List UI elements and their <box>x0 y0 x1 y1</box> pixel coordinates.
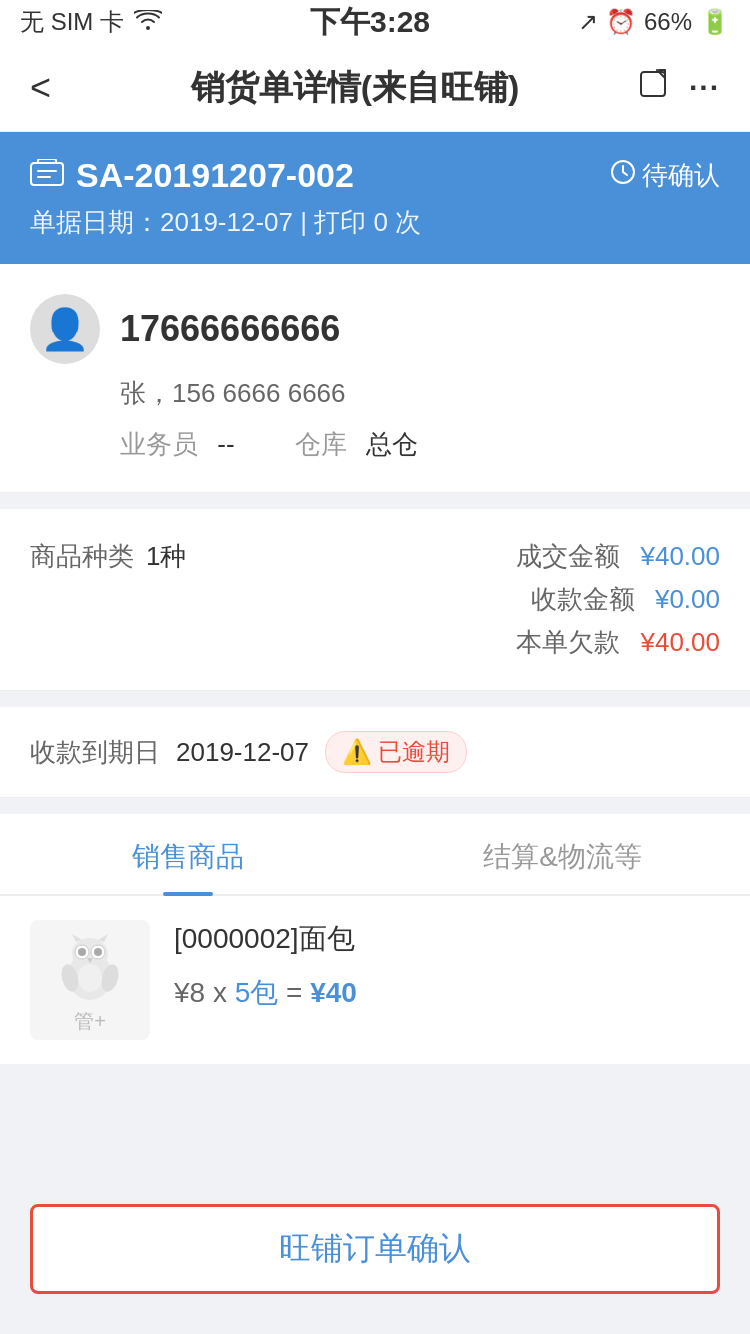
order-icon <box>30 156 64 195</box>
product-total: ¥40 <box>310 977 357 1008</box>
status-bar-time: 下午3:28 <box>310 2 430 43</box>
status-bar-left: 无 SIM 卡 <box>20 6 162 38</box>
summary-card: 商品种类 1种 成交金额 ¥40.00 收款金额 ¥0.00 本单欠款 ¥40.… <box>0 509 750 691</box>
more-icon[interactable]: ··· <box>689 71 720 105</box>
customer-info: 张，156 6666 6666 <box>30 376 720 411</box>
confirm-order-button[interactable]: 旺铺订单确认 <box>30 1204 720 1294</box>
due-date-value: 2019-12-07 <box>176 737 309 768</box>
tab-products[interactable]: 销售商品 <box>0 814 375 894</box>
order-date: 单据日期：2019-12-07 | 打印 0 次 <box>30 205 720 240</box>
product-thumbnail: 管+ <box>30 920 150 1040</box>
share-icon[interactable] <box>637 68 669 107</box>
due-label: 收款到期日 <box>30 735 160 770</box>
location-icon: ↗ <box>578 8 598 36</box>
customer-phone: 17666666666 <box>120 308 340 350</box>
order-header: SA-20191207-002 待确认 单据日期：2019-12-07 | 打印… <box>0 132 750 264</box>
category-label: 商品种类 <box>30 539 134 574</box>
equals-icon: = <box>286 977 302 1008</box>
svg-point-7 <box>78 948 86 956</box>
warehouse-value: 总仓 <box>366 429 418 459</box>
warning-icon: ⚠️ <box>342 738 372 766</box>
wifi-icon <box>134 8 162 36</box>
page-title: 销货单详情(来自旺铺) <box>90 65 620 111</box>
avatar-icon: 👤 <box>40 306 90 353</box>
svg-point-8 <box>94 948 102 956</box>
collection-label: 收款金额 <box>531 582 635 617</box>
order-status: 待确认 <box>610 158 720 193</box>
due-date-card: 收款到期日 2019-12-07 ⚠️ 已逾期 <box>0 707 750 798</box>
svg-rect-1 <box>31 163 63 185</box>
owed-value: ¥40.00 <box>640 627 720 658</box>
order-number: SA-20191207-002 <box>30 156 354 195</box>
tabs: 销售商品 结算&物流等 <box>0 814 750 896</box>
deal-value: ¥40.00 <box>640 541 720 572</box>
summary-left: 商品种类 1种 <box>30 539 186 574</box>
back-button[interactable]: < <box>30 67 90 109</box>
status-bar-right: ↗ ⏰ 66% 🔋 <box>578 8 730 36</box>
salesperson-label: 业务员 <box>120 429 198 459</box>
customer-avatar: 👤 <box>30 294 100 364</box>
alarm-icon: ⏰ <box>606 8 636 36</box>
product-info: [0000002]面包 ¥8 x 5包 = ¥40 <box>174 920 720 1012</box>
warehouse-label: 仓库 <box>295 429 347 459</box>
category-value: 1种 <box>146 539 186 574</box>
battery-text: 66% <box>644 8 692 36</box>
svg-point-11 <box>78 964 102 992</box>
nav-bar: < 销货单详情(来自旺铺) ··· <box>0 44 750 132</box>
multiply-icon: x <box>213 977 227 1008</box>
clock-icon <box>610 159 636 192</box>
price-value: ¥8 <box>174 977 205 1008</box>
battery-icon: 🔋 <box>700 8 730 36</box>
tab-settlement[interactable]: 结算&物流等 <box>375 814 750 894</box>
customer-card: 👤 17666666666 张，156 6666 6666 业务员 -- 仓库 … <box>0 264 750 493</box>
salesperson-value: -- <box>217 429 234 459</box>
collection-value: ¥0.00 <box>655 584 720 615</box>
carrier-text: 无 SIM 卡 <box>20 6 124 38</box>
product-qty: 5包 <box>235 977 279 1008</box>
product-name: [0000002]面包 <box>174 920 720 958</box>
confirm-button-wrap: 旺铺订单确认 <box>30 1204 720 1294</box>
overdue-badge: ⚠️ 已逾期 <box>325 731 467 773</box>
status-bar: 无 SIM 卡 下午3:28 ↗ ⏰ 66% 🔋 <box>0 0 750 44</box>
product-price: ¥8 x 5包 = ¥40 <box>174 974 720 1012</box>
product-item: 管+ [0000002]面包 ¥8 x 5包 = ¥40 <box>0 896 750 1064</box>
owed-label: 本单欠款 <box>516 625 620 660</box>
product-logo: 管+ <box>50 926 130 1035</box>
customer-meta: 业务员 -- 仓库 总仓 <box>30 427 720 462</box>
nav-actions: ··· <box>620 68 720 107</box>
summary-right: 成交金额 ¥40.00 收款金额 ¥0.00 本单欠款 ¥40.00 <box>516 539 720 660</box>
deal-label: 成交金额 <box>516 539 620 574</box>
